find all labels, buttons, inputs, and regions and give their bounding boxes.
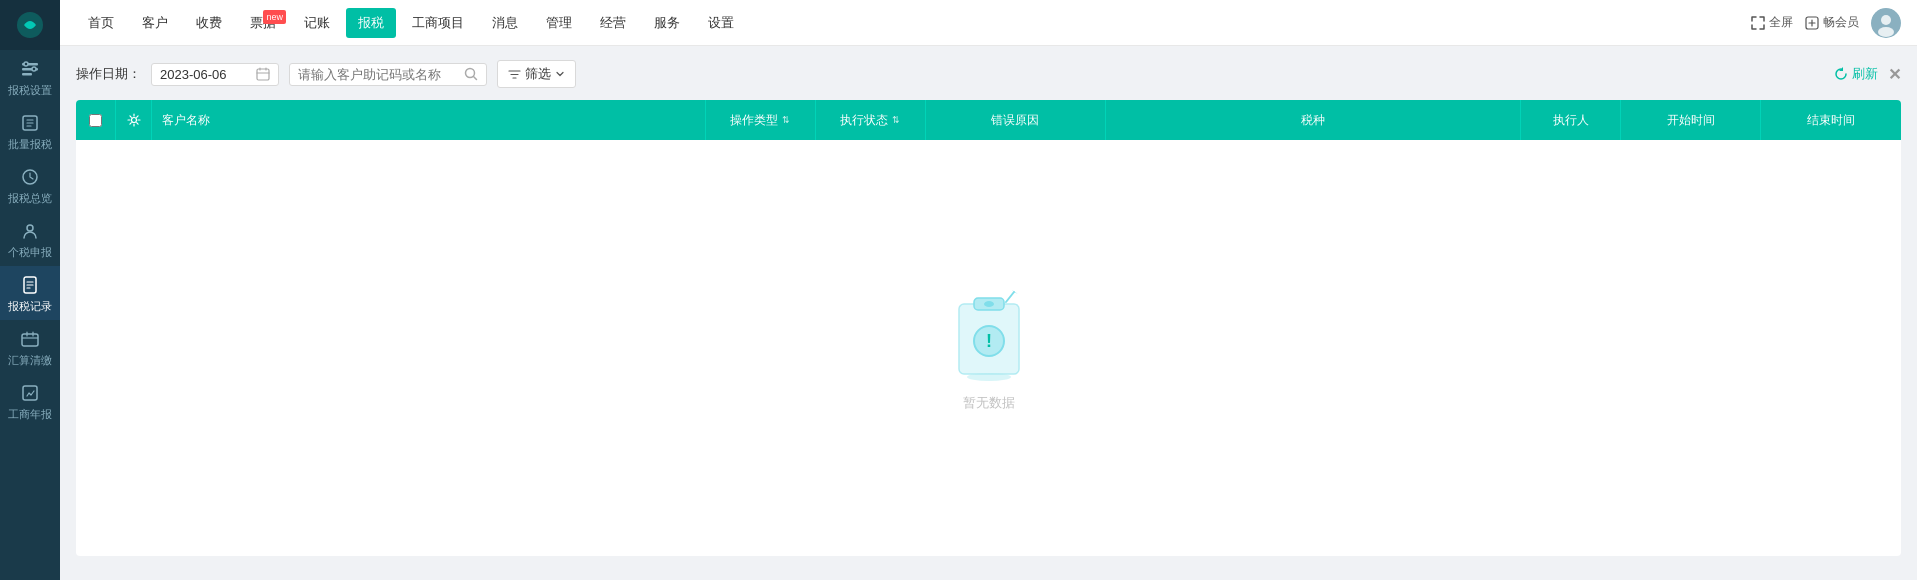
svg-point-14 xyxy=(1881,15,1891,25)
svg-point-15 xyxy=(1878,27,1894,37)
svg-point-26 xyxy=(967,373,1011,381)
fullscreen-button[interactable]: 全屏 xyxy=(1751,14,1793,31)
nav-item-xiaoxi[interactable]: 消息 xyxy=(480,8,530,38)
sidebar-item-baoshui-zonlan[interactable]: 报税总览 xyxy=(0,158,60,212)
svg-point-18 xyxy=(131,118,136,123)
sidebar-item-huisuan-jiaona[interactable]: 汇算清缴 xyxy=(0,320,60,374)
overview-icon xyxy=(19,166,41,188)
svg-point-8 xyxy=(27,225,33,231)
svg-point-4 xyxy=(24,62,28,66)
record-icon xyxy=(19,274,41,296)
top-nav-right: 全屏 畅会员 xyxy=(1751,8,1901,38)
content-area: 操作日期： xyxy=(60,46,1917,580)
settlement-icon xyxy=(19,328,41,350)
empty-illustration: ! xyxy=(944,284,1034,384)
date-label: 操作日期： xyxy=(76,65,141,83)
column-settings-icon xyxy=(127,113,141,127)
th-op-type[interactable]: 操作类型 ⇅ xyxy=(706,100,816,140)
nav-item-gongshang-xiangmu[interactable]: 工商项目 xyxy=(400,8,476,38)
new-badge: new xyxy=(263,10,286,24)
filter-icon xyxy=(508,68,521,81)
th-tax-type: 税种 xyxy=(1106,100,1521,140)
search-icon xyxy=(464,67,478,81)
nav-item-shezhi[interactable]: 设置 xyxy=(696,8,746,38)
nav-item-baoshui[interactable]: 报税 xyxy=(346,8,396,38)
sort-icon-status: ⇅ xyxy=(892,115,900,125)
batch-icon xyxy=(19,112,41,134)
date-input[interactable] xyxy=(160,67,250,82)
page-content: 操作日期： xyxy=(60,46,1917,580)
member-button[interactable]: 畅会员 xyxy=(1805,14,1859,31)
table-header: 客户名称 操作类型 ⇅ 执行状态 ⇅ 错误原因 税种 xyxy=(76,100,1901,140)
svg-point-21 xyxy=(984,301,994,307)
svg-rect-16 xyxy=(257,69,269,80)
nav-item-shouye[interactable]: 首页 xyxy=(76,8,126,38)
th-start-time: 开始时间 xyxy=(1621,100,1761,140)
nav-items: 首页 客户 收费 票据 new 记账 报税 工商项目 消息 xyxy=(76,8,1751,38)
th-settings[interactable] xyxy=(116,100,152,140)
refresh-icon xyxy=(1834,67,1848,81)
sidebar: 报税设置 批量报税 报税总览 个税申报 xyxy=(0,0,60,580)
nav-item-jingying[interactable]: 经营 xyxy=(588,8,638,38)
main-area: 首页 客户 收费 票据 new 记账 报税 工商项目 消息 xyxy=(60,0,1917,580)
close-button[interactable]: ✕ xyxy=(1888,65,1901,84)
sidebar-item-baoshui-jilu[interactable]: 报税记录 xyxy=(0,266,60,320)
nav-item-jizhang[interactable]: 记账 xyxy=(292,8,342,38)
chevron-down-icon xyxy=(555,69,565,79)
table-body-empty: ! 暂无数据 xyxy=(76,140,1901,556)
th-executor: 执行人 xyxy=(1521,100,1621,140)
nav-item-kehu[interactable]: 客户 xyxy=(130,8,180,38)
nav-item-guanli[interactable]: 管理 xyxy=(534,8,584,38)
select-all-checkbox[interactable] xyxy=(89,114,102,127)
nav-item-fuwu[interactable]: 服务 xyxy=(642,8,692,38)
top-nav: 首页 客户 收费 票据 new 记账 报税 工商项目 消息 xyxy=(60,0,1917,46)
sidebar-item-geshuishenqing[interactable]: 个税申报 xyxy=(0,212,60,266)
svg-text:!: ! xyxy=(986,331,992,351)
sidebar-item-piliang-baoshui[interactable]: 批量报税 xyxy=(0,104,60,158)
th-client-name: 客户名称 xyxy=(152,100,706,140)
calendar-icon xyxy=(256,67,270,81)
filter-button[interactable]: 筛选 xyxy=(497,60,576,88)
personal-tax-icon xyxy=(19,220,41,242)
empty-text: 暂无数据 xyxy=(963,394,1015,412)
sidebar-item-baoshui-shezhi[interactable]: 报税设置 xyxy=(0,50,60,104)
search-wrap[interactable] xyxy=(289,63,487,86)
avatar[interactable] xyxy=(1871,8,1901,38)
toolbar: 操作日期： xyxy=(76,60,1901,88)
th-exec-status[interactable]: 执行状态 ⇅ xyxy=(816,100,926,140)
search-input[interactable] xyxy=(298,67,458,82)
sort-icon-optype: ⇅ xyxy=(782,115,790,125)
svg-point-5 xyxy=(32,67,36,71)
th-error-reason: 错误原因 xyxy=(926,100,1106,140)
nav-item-piaoju[interactable]: 票据 new xyxy=(238,8,288,38)
refresh-button[interactable]: 刷新 xyxy=(1834,65,1878,83)
table-wrap: 客户名称 操作类型 ⇅ 执行状态 ⇅ 错误原因 税种 xyxy=(76,100,1901,556)
settings-icon xyxy=(19,58,41,80)
nav-item-shoufei[interactable]: 收费 xyxy=(184,8,234,38)
svg-rect-10 xyxy=(22,334,38,346)
sidebar-item-gongshang-nianbao[interactable]: 工商年报 xyxy=(0,374,60,428)
logo[interactable] xyxy=(0,0,60,50)
th-end-time: 结束时间 xyxy=(1761,100,1901,140)
date-input-wrap[interactable] xyxy=(151,63,279,86)
svg-line-24 xyxy=(1006,292,1014,302)
annual-report-icon xyxy=(19,382,41,404)
svg-rect-3 xyxy=(22,73,32,76)
svg-rect-11 xyxy=(23,386,37,400)
th-checkbox[interactable] xyxy=(76,100,116,140)
